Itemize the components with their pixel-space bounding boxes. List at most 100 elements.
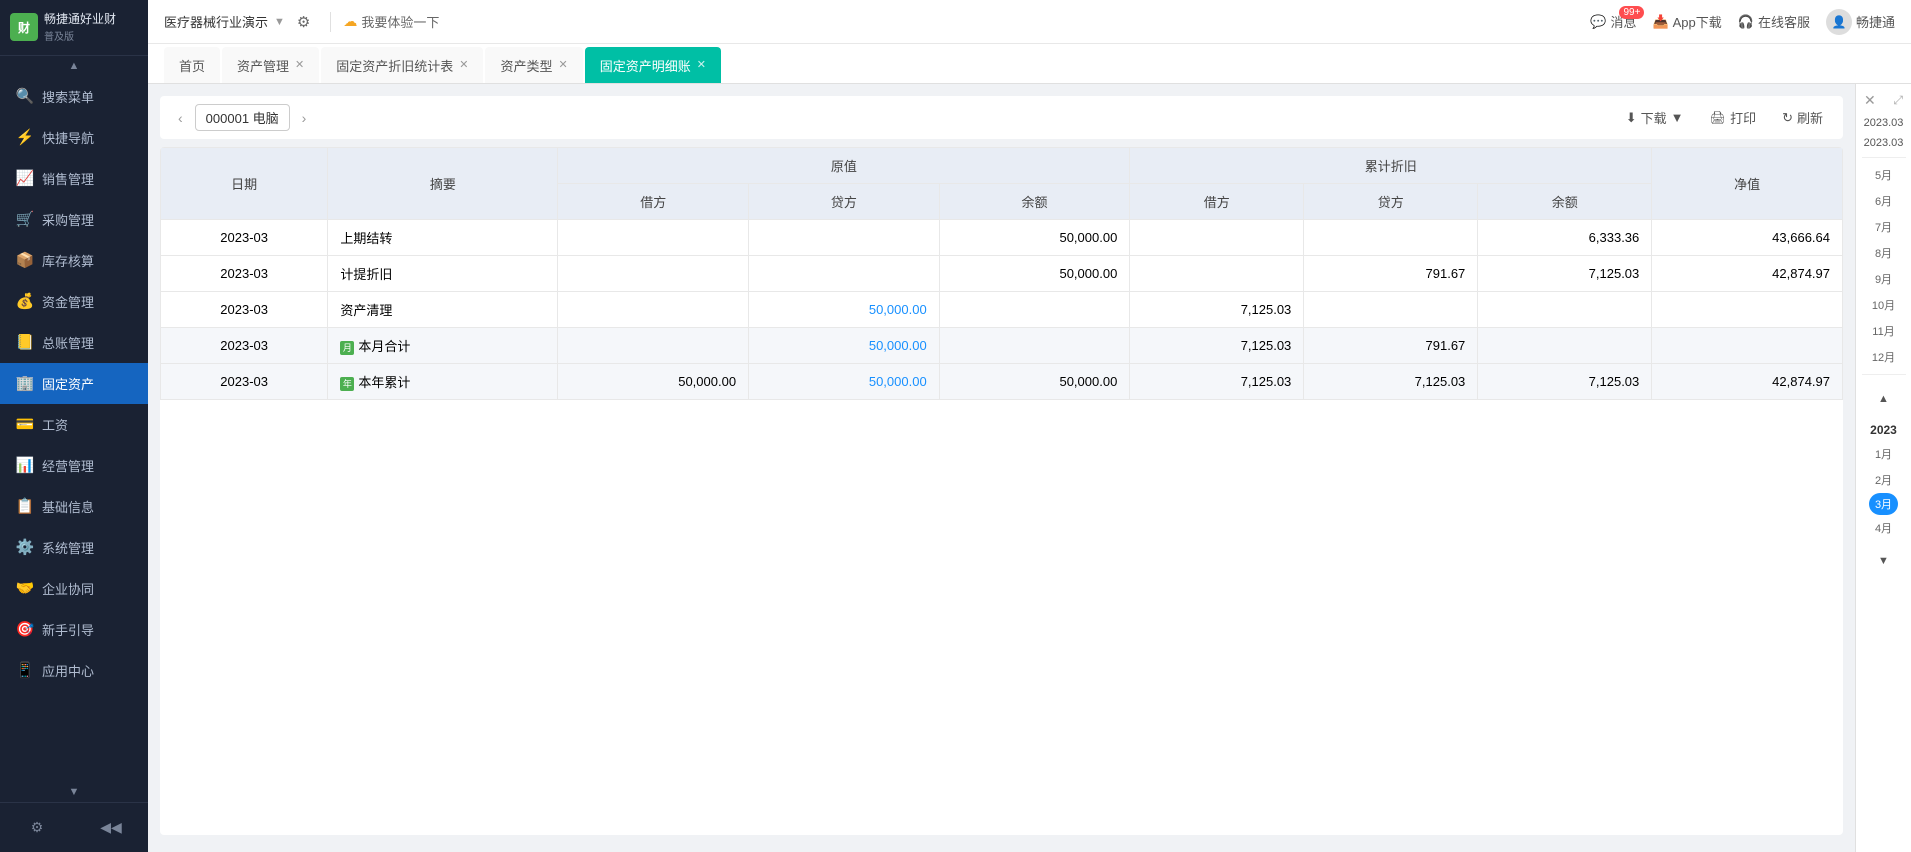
tab-close-asset-mgmt[interactable]: ✕ (295, 60, 304, 71)
messages-button[interactable]: 💬 消息 99+ (1590, 12, 1636, 31)
sidebar-item-app-center[interactable]: 📱 应用中心 (0, 650, 148, 691)
sidebar-item-sales[interactable]: 📈 销售管理 (0, 158, 148, 199)
table-row: 2023-03 上期结转 50,000.00 6,333.36 43,666.6… (161, 220, 1843, 256)
cell-credit (749, 256, 940, 292)
toolbar-actions: ⬇ 下载 ▼ 🖨 打印 ↻ 刷新 (1618, 104, 1831, 131)
sidebar-item-icon-purchase: 🛒 (16, 210, 34, 228)
scroll-down-button[interactable]: ▼ (1866, 543, 1902, 579)
tab-fixed-detail[interactable]: 固定资产明细账✕ (585, 47, 721, 83)
cell-balance: 50,000.00 (939, 220, 1130, 256)
sidebar-item-operations[interactable]: 📊 经营管理 (0, 445, 148, 486)
cell-acc-balance (1478, 328, 1652, 364)
settings-button[interactable]: ⚙ (0, 811, 74, 844)
company-selector[interactable]: 医疗器械行业演示 ▼ (164, 12, 285, 31)
cell-acc-debit: 7,125.03 (1130, 328, 1304, 364)
customer-service-button[interactable]: 🎧 在线客服 (1738, 12, 1810, 31)
month-item-1月[interactable]: 1月 (1869, 441, 1898, 467)
tab-close-fixed-detail[interactable]: ✕ (697, 60, 706, 71)
experience-button[interactable]: ☁ 我要体验一下 (343, 12, 439, 31)
sidebar-item-icon-basic-info: 📋 (16, 497, 34, 515)
tab-home[interactable]: 首页 (164, 47, 220, 83)
asset-navigator: ‹ 000001 电脑 › (172, 104, 312, 131)
month-item-top-12月[interactable]: 12月 (1870, 344, 1897, 370)
right-date-panel: ✕ ⤢ 2023.03 2023.03 5月6月7月8月9月10月11月12月 … (1855, 84, 1911, 852)
tab-label-asset-type: 资产类型 (500, 56, 552, 75)
cell-net-value: 42,874.97 (1652, 256, 1843, 292)
sidebar: 财 畅捷通好业财 普及版 ▲ 🔍 搜索菜单 ⚡ 快捷导航 📈 销售管理 🛒 采购… (0, 0, 148, 852)
sidebar-item-label-purchase: 采购管理 (42, 210, 94, 229)
panel-close-button[interactable]: ✕ (1864, 92, 1876, 109)
sidebar-item-basic-info[interactable]: 📋 基础信息 (0, 486, 148, 527)
next-asset-button[interactable]: › (296, 108, 313, 128)
table-row: 2023-03 资产清理 50,000.00 7,125.03 (161, 292, 1843, 328)
month-item-top-11月[interactable]: 11月 (1870, 318, 1897, 344)
app-download-label: App下载 (1673, 12, 1722, 31)
sidebar-item-fixed-assets[interactable]: 🏢 固定资产 (0, 363, 148, 404)
sidebar-item-guide[interactable]: 🎯 新手引导 (0, 609, 148, 650)
row-tag: 年 (340, 377, 354, 391)
sidebar-item-icon-fixed-assets: 🏢 (16, 374, 34, 392)
tab-fixed-depreciation[interactable]: 固定资产折旧统计表✕ (321, 47, 483, 83)
month-item-top-6月[interactable]: 6月 (1870, 188, 1897, 214)
cell-balance: 50,000.00 (939, 364, 1130, 400)
sidebar-scroll-down[interactable]: ▼ (0, 782, 148, 802)
scroll-up-button[interactable]: ▲ (1866, 381, 1902, 417)
refresh-icon: ↻ (1782, 110, 1793, 126)
cell-acc-debit: 7,125.03 (1130, 364, 1304, 400)
sidebar-item-search[interactable]: 🔍 搜索菜单 (0, 76, 148, 117)
tab-asset-mgmt[interactable]: 资产管理 ✕ (222, 47, 319, 83)
sidebar-item-salary[interactable]: 💳 工资 (0, 404, 148, 445)
panel-expand-icon[interactable]: ⤢ (1893, 93, 1903, 108)
cell-acc-balance: 7,125.03 (1478, 364, 1652, 400)
sidebar-item-icon-app-center: 📱 (16, 661, 34, 679)
sidebar-item-icon-quick-nav: ⚡ (16, 128, 34, 146)
sidebar-item-ledger[interactable]: 📒 总账管理 (0, 322, 148, 363)
app-name: 畅捷通好业财 (44, 12, 116, 28)
download-button[interactable]: ⬇ 下载 ▼ (1618, 104, 1692, 131)
month-item-top-10月[interactable]: 10月 (1870, 292, 1897, 318)
sidebar-item-label-salary: 工资 (42, 415, 68, 434)
sidebar-item-finance[interactable]: 💰 资金管理 (0, 281, 148, 322)
month-item-top-8月[interactable]: 8月 (1870, 240, 1897, 266)
th-acc-credit: 贷方 (1304, 184, 1478, 220)
main-area: 医疗器械行业演示 ▼ ⚙ ☁ 我要体验一下 💬 消息 99+ 📥 App下载 🎧… (148, 0, 1911, 852)
sidebar-item-quick-nav[interactable]: ⚡ 快捷导航 (0, 117, 148, 158)
sidebar-item-icon-sales: 📈 (16, 169, 34, 187)
month-item-top-9月[interactable]: 9月 (1870, 266, 1897, 292)
sidebar-item-purchase[interactable]: 🛒 采购管理 (0, 199, 148, 240)
sidebar-item-label-cooperation: 企业协同 (42, 579, 94, 598)
logo-icon: 财 (10, 13, 38, 41)
sidebar-item-cooperation[interactable]: 🤝 企业协同 (0, 568, 148, 609)
tab-close-asset-type[interactable]: ✕ (559, 60, 568, 71)
tab-asset-type[interactable]: 资产类型 ✕ (485, 47, 582, 83)
month-item-top-7月[interactable]: 7月 (1870, 214, 1897, 240)
app-download-button[interactable]: 📥 App下载 (1652, 12, 1721, 31)
sidebar-item-label-basic-info: 基础信息 (42, 497, 94, 516)
cell-summary: 月本月合计 (328, 328, 558, 364)
th-debit: 借方 (558, 184, 749, 220)
print-button[interactable]: 🖨 打印 (1702, 104, 1765, 131)
sidebar-scroll-up[interactable]: ▲ (0, 56, 148, 76)
prev-asset-button[interactable]: ‹ (172, 108, 189, 128)
user-button[interactable]: 👤 畅捷通 (1826, 9, 1895, 35)
month-item-top-5月[interactable]: 5月 (1870, 162, 1897, 188)
tab-label-asset-mgmt: 资产管理 (237, 56, 289, 75)
gear-icon[interactable]: ⚙ (297, 13, 310, 31)
sidebar-item-system[interactable]: ⚙️ 系统管理 (0, 527, 148, 568)
cell-balance (939, 328, 1130, 364)
cell-net-value (1652, 328, 1843, 364)
sidebar-item-icon-finance: 💰 (16, 292, 34, 310)
th-acc-balance: 余额 (1478, 184, 1652, 220)
collapse-button[interactable]: ◀◀ (74, 811, 148, 844)
month-item-4月[interactable]: 4月 (1869, 515, 1898, 541)
months-bottom: 1月2月3月4月 (1869, 441, 1898, 541)
month-item-2月[interactable]: 2月 (1869, 467, 1898, 493)
month-item-3月[interactable]: 3月 (1869, 493, 1898, 515)
refresh-button[interactable]: ↻ 刷新 (1774, 104, 1831, 131)
tab-close-fixed-depreciation[interactable]: ✕ (459, 60, 468, 71)
th-acc-debit: 借方 (1130, 184, 1304, 220)
cell-acc-credit: 791.67 (1304, 328, 1478, 364)
sidebar-item-inventory[interactable]: 📦 库存核算 (0, 240, 148, 281)
panel-controls: ✕ ⤢ (1856, 92, 1911, 113)
cell-balance: 50,000.00 (939, 256, 1130, 292)
